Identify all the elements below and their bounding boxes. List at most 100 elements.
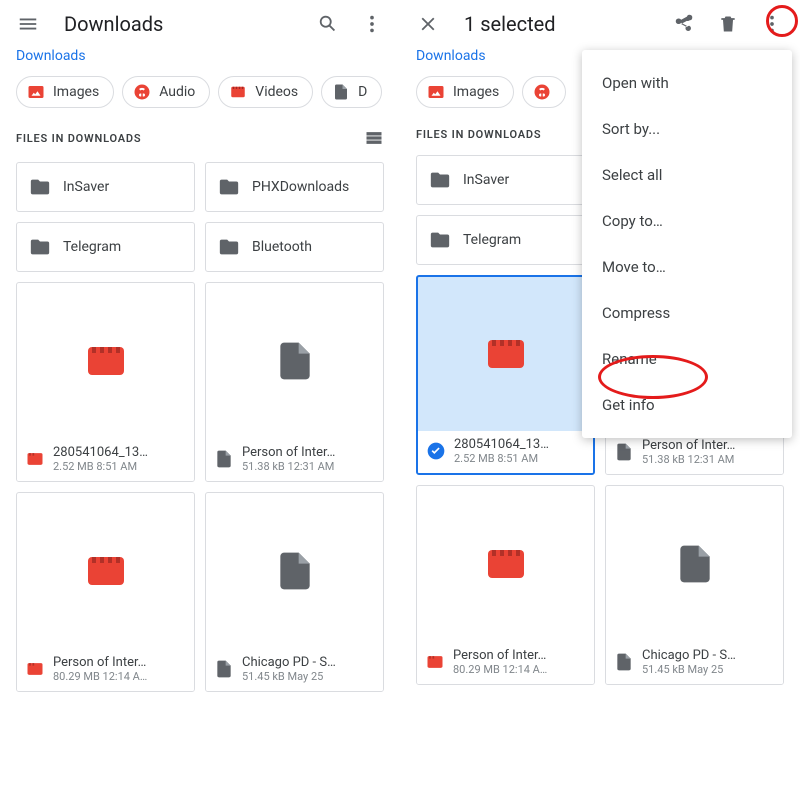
file-preview [417, 486, 594, 642]
file-item-selected[interactable]: 280541064_13… 2.52 MB 8:51 AM [416, 275, 595, 475]
file-meta: 51.45 kB May 25 [242, 670, 336, 683]
menu-rename[interactable]: Rename [582, 336, 792, 382]
file-name: Chicago PD - S… [642, 648, 736, 663]
file-footer: Chicago PD - S… 51.45 kB May 25 [206, 649, 383, 691]
chip-images[interactable]: Images [16, 76, 114, 108]
generic-file-icon [614, 652, 634, 672]
generic-file-icon [273, 549, 317, 593]
file-preview [206, 493, 383, 649]
share-icon[interactable] [664, 4, 704, 44]
file-item[interactable]: 280541064_13… 2.52 MB 8:51 AM [16, 282, 195, 482]
section-label: FILES IN DOWNLOADS [16, 132, 141, 145]
file-item[interactable]: Chicago PD - S… 51.45 kB May 25 [605, 485, 784, 685]
folder-item[interactable]: Telegram [16, 222, 195, 272]
chip-videos[interactable]: Videos [218, 76, 313, 108]
file-footer: Person of Inter… 51.38 kB 12:31 AM [206, 439, 383, 481]
file-preview [606, 486, 783, 642]
list-view-icon[interactable] [364, 128, 384, 148]
video-file-icon [82, 547, 130, 595]
folder-name: Telegram [463, 232, 521, 248]
file-name: 280541064_13… [454, 437, 549, 452]
file-name: Person of Inter… [642, 438, 735, 453]
file-footer: Person of Inter… 80.29 MB 12:14 A… [417, 642, 594, 684]
chip-images[interactable]: Images [416, 76, 514, 108]
section-header: FILES IN DOWNLOADS [0, 120, 400, 154]
delete-icon[interactable] [708, 4, 748, 44]
file-name: Person of Inter… [242, 445, 335, 460]
chip-label: Images [453, 84, 499, 100]
more-icon[interactable] [352, 4, 392, 44]
menu-sort-by[interactable]: Sort by... [582, 106, 792, 152]
menu-move-to[interactable]: Move to… [582, 244, 792, 290]
file-footer: 280541064_13… 2.52 MB 8:51 AM [418, 431, 593, 473]
menu-open-with[interactable]: Open with [582, 60, 792, 106]
video-file-icon [425, 652, 445, 672]
video-file-icon [82, 337, 130, 385]
chip-label: Images [53, 84, 99, 100]
breadcrumb[interactable]: Downloads [0, 48, 400, 64]
chip-audio[interactable] [522, 76, 566, 108]
file-footer: Person of Inter… 51.38 kB 12:31 AM [606, 432, 783, 474]
pane-browse: Downloads Downloads Images Audio Videos … [0, 0, 400, 800]
hamburger-icon[interactable] [8, 4, 48, 44]
file-item[interactable]: Person of Inter… 51.38 kB 12:31 AM [205, 282, 384, 482]
file-item[interactable]: Person of Inter… 80.29 MB 12:14 A… [16, 492, 195, 692]
video-file-icon [482, 330, 530, 378]
folder-item[interactable]: Bluetooth [205, 222, 384, 272]
file-meta: 51.38 kB 12:31 AM [242, 460, 335, 473]
folder-item[interactable]: InSaver [416, 155, 595, 205]
menu-get-info[interactable]: Get info [582, 382, 792, 428]
file-footer: Person of Inter… 80.29 MB 12:14 A… [17, 649, 194, 691]
generic-file-icon [614, 442, 634, 462]
generic-file-icon [214, 449, 234, 469]
file-name: Chicago PD - S… [242, 655, 336, 670]
folder-name: PHXDownloads [252, 179, 349, 195]
file-name: 280541064_13… [53, 445, 148, 460]
file-name: Person of Inter… [453, 648, 547, 663]
item-grid: InSaver PHXDownloads Telegram Bluetooth … [0, 154, 400, 692]
section-label: FILES IN DOWNLOADS [416, 128, 541, 141]
video-file-icon [25, 449, 45, 469]
folder-name: InSaver [63, 179, 109, 195]
folder-item[interactable]: InSaver [16, 162, 195, 212]
generic-file-icon [214, 659, 234, 679]
menu-copy-to[interactable]: Copy to… [582, 198, 792, 244]
top-bar: Downloads [0, 0, 400, 48]
file-preview [17, 493, 194, 649]
file-meta: 2.52 MB 8:51 AM [53, 460, 148, 473]
file-meta: 2.52 MB 8:51 AM [454, 452, 549, 465]
chip-label: D [358, 84, 367, 100]
chip-audio[interactable]: Audio [122, 76, 210, 108]
pane-selection: 1 selected Downloads Images FILES IN DOW… [400, 0, 800, 800]
file-footer: 280541064_13… 2.52 MB 8:51 AM [17, 439, 194, 481]
overflow-menu: Open with Sort by... Select all Copy to…… [582, 50, 792, 438]
file-meta: 51.45 kB May 25 [642, 663, 736, 676]
folder-item[interactable]: PHXDownloads [205, 162, 384, 212]
folder-name: Bluetooth [252, 239, 312, 255]
file-meta: 80.29 MB 12:14 A… [53, 670, 147, 683]
menu-compress[interactable]: Compress [582, 290, 792, 336]
chip-label: Videos [255, 84, 298, 100]
video-file-icon [482, 540, 530, 588]
chip-documents[interactable]: D [321, 76, 382, 108]
menu-select-all[interactable]: Select all [582, 152, 792, 198]
more-icon[interactable] [752, 4, 792, 44]
file-item[interactable]: Chicago PD - S… 51.45 kB May 25 [205, 492, 384, 692]
file-item[interactable]: Person of Inter… 80.29 MB 12:14 A… [416, 485, 595, 685]
file-meta: 80.29 MB 12:14 A… [453, 663, 547, 676]
search-icon[interactable] [308, 4, 348, 44]
filter-chips: Images Audio Videos D [0, 64, 400, 120]
folder-name: Telegram [63, 239, 121, 255]
chip-label: Audio [159, 84, 195, 100]
folder-name: InSaver [463, 172, 509, 188]
folder-item[interactable]: Telegram [416, 215, 595, 265]
generic-file-icon [673, 542, 717, 586]
top-bar: 1 selected [400, 0, 800, 48]
page-title: Downloads [52, 12, 304, 36]
file-footer: Chicago PD - S… 51.45 kB May 25 [606, 642, 783, 684]
file-preview [206, 283, 383, 439]
close-icon[interactable] [408, 4, 448, 44]
checkmark-icon [426, 441, 446, 461]
file-preview [418, 277, 593, 431]
selection-title: 1 selected [452, 12, 660, 36]
